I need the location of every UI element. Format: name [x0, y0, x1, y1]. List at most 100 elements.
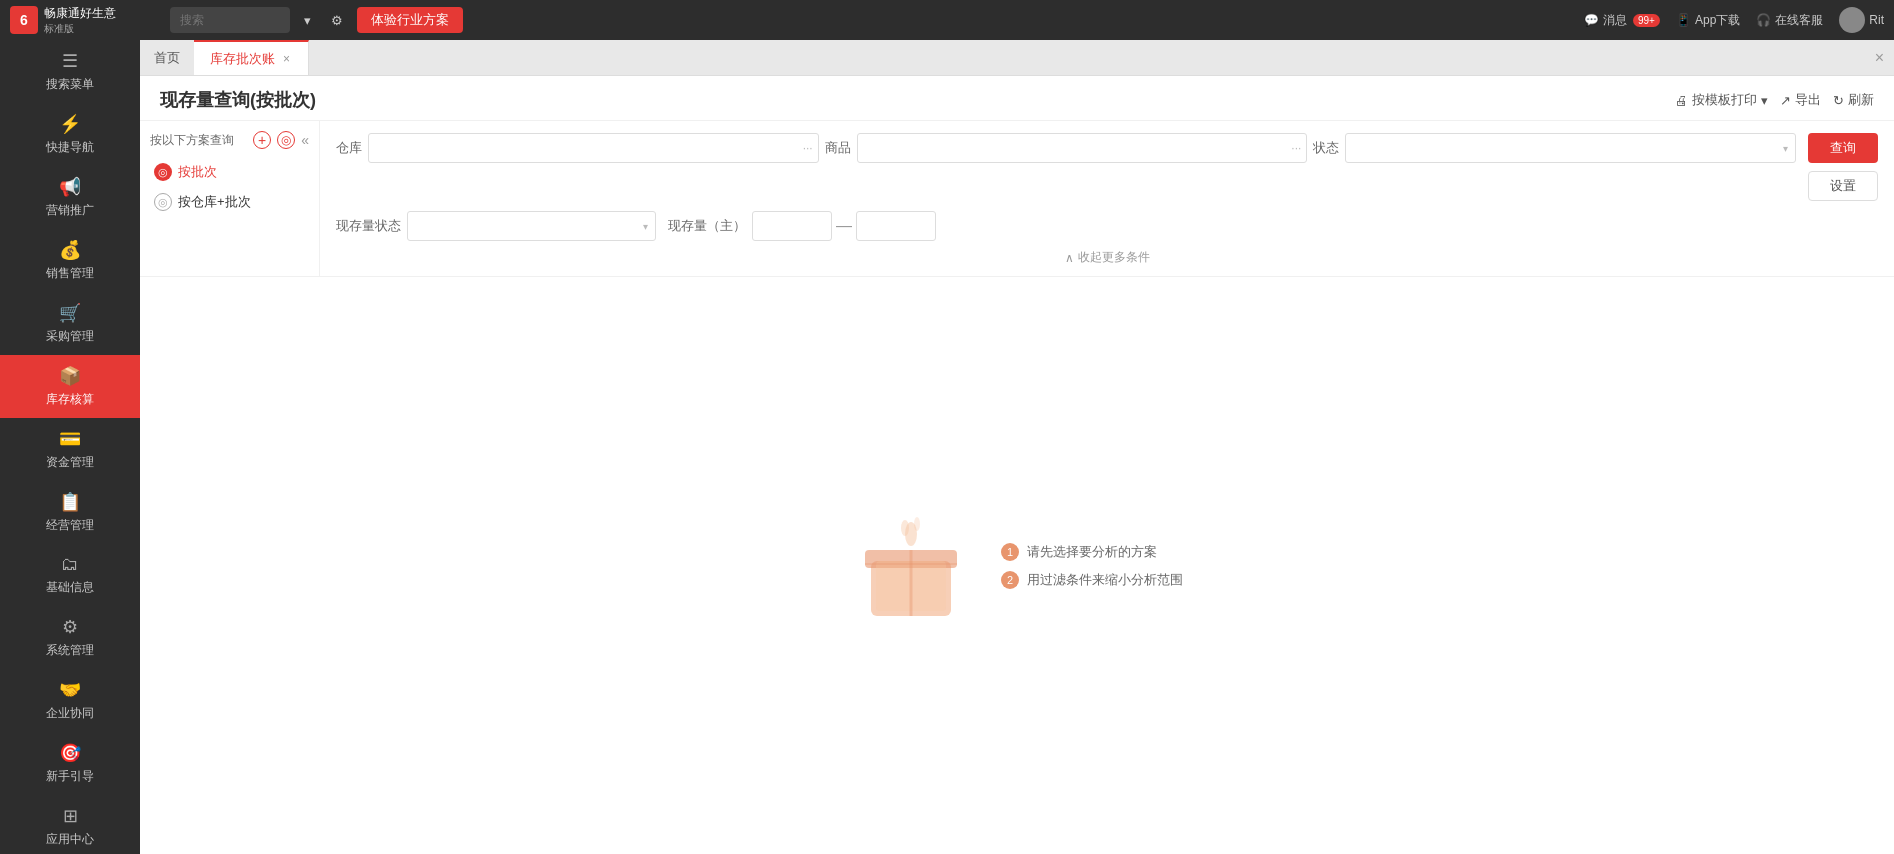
- sidebar-label-guide: 新手引导: [46, 768, 94, 785]
- warehouse-more-icon[interactable]: ···: [803, 141, 813, 155]
- tip-1-number: 1: [1001, 543, 1019, 561]
- sidebar-item-marketing[interactable]: 📢 营销推广: [0, 166, 140, 229]
- sidebar-item-ops[interactable]: 📋 经营管理: [0, 481, 140, 544]
- status-select-wrap: 启用 停用 ▾: [1345, 133, 1796, 163]
- system-icon: ⚙: [62, 616, 78, 638]
- purchase-icon: 🛒: [59, 302, 81, 324]
- messages-badge: 99+: [1633, 14, 1660, 27]
- scheme-item-batch[interactable]: ◎ 按批次: [140, 157, 319, 187]
- tab-inventory-batch[interactable]: 库存批次账 ×: [194, 40, 309, 75]
- scheme-add-btn[interactable]: +: [253, 131, 271, 149]
- scheme-collapse-btn[interactable]: «: [301, 132, 309, 148]
- sidebar-item-sales[interactable]: 💰 销售管理: [0, 229, 140, 292]
- sidebar-item-inventory[interactable]: 📦 库存核算: [0, 355, 140, 418]
- settings-btn[interactable]: ⚙: [325, 11, 349, 30]
- finance-icon: 💳: [59, 428, 81, 450]
- goods-label: 商品: [825, 139, 851, 157]
- sidebar-item-finance[interactable]: 💳 资金管理: [0, 418, 140, 481]
- scheme-item-warehouse-batch[interactable]: ◎ 按仓库+批次: [140, 187, 319, 217]
- empty-tip-2: 2 用过滤条件来缩小分析范围: [1001, 571, 1183, 589]
- experience-btn[interactable]: 体验行业方案: [357, 7, 463, 33]
- sidebar-label-collab: 企业协同: [46, 705, 94, 722]
- app-download-label: App下载: [1695, 12, 1740, 29]
- tab-close-icon[interactable]: ×: [281, 52, 292, 66]
- print-icon: 🖨: [1675, 93, 1688, 108]
- scheme-item-batch-icon: ◎: [154, 163, 172, 181]
- home-label: 首页: [154, 49, 180, 67]
- company-name: 畅康通好生意: [44, 5, 116, 22]
- sidebar-label-finance: 资金管理: [46, 454, 94, 471]
- goods-input[interactable]: [857, 133, 1308, 163]
- qty-label: 现存量（主）: [668, 217, 746, 235]
- empty-tip-1: 1 请先选择要分析的方案: [1001, 543, 1183, 561]
- phone-icon: 📱: [1676, 13, 1691, 27]
- online-service-label: 在线客服: [1775, 12, 1823, 29]
- qty-input-row: —: [752, 211, 936, 241]
- goods-more-icon[interactable]: ···: [1291, 141, 1301, 155]
- quick-nav-icon: ⚡: [59, 113, 81, 135]
- sales-icon: 💰: [59, 239, 81, 261]
- scheme-item-batch-label: 按批次: [178, 163, 217, 181]
- empty-state: 1 请先选择要分析的方案 2 用过滤条件来缩小分析范围: [140, 277, 1894, 854]
- sidebar-label-purchase: 采购管理: [46, 328, 94, 345]
- sidebar-label-ops: 经营管理: [46, 517, 94, 534]
- warehouse-label: 仓库: [336, 139, 362, 157]
- setting-btn[interactable]: 设置: [1808, 171, 1878, 201]
- sidebar-item-guide[interactable]: 🎯 新手引导: [0, 732, 140, 795]
- dropdown-btn[interactable]: ▾: [298, 11, 317, 30]
- qty-min-input[interactable]: [752, 211, 832, 241]
- user-avatar-area[interactable]: Rit: [1839, 7, 1884, 33]
- scheme-header: 按以下方案查询 + ◎ «: [140, 131, 319, 157]
- refresh-label: 刷新: [1848, 91, 1874, 109]
- sidebar-label-basic: 基础信息: [46, 579, 94, 596]
- qty-col: 现存量（主） —: [668, 211, 968, 241]
- qty-max-input[interactable]: [856, 211, 936, 241]
- tab-home[interactable]: 首页: [140, 40, 194, 75]
- sidebar-item-purchase[interactable]: 🛒 采购管理: [0, 292, 140, 355]
- collapse-btn[interactable]: ∧ 收起更多条件: [1065, 249, 1150, 266]
- export-btn[interactable]: ↗ 导出: [1780, 91, 1821, 109]
- inventory-icon: 📦: [59, 365, 81, 387]
- messages-btn[interactable]: 💬 消息 99+: [1584, 12, 1660, 29]
- basic-icon: 🗂: [61, 554, 79, 575]
- scheme-target-btn[interactable]: ◎: [277, 131, 295, 149]
- messages-label: 消息: [1603, 12, 1627, 29]
- tab-bar: 首页 库存批次账 × ×: [140, 40, 1894, 76]
- sidebar-item-basic[interactable]: 🗂 基础信息: [0, 544, 140, 606]
- sidebar-label-sales: 销售管理: [46, 265, 94, 282]
- marketing-icon: 📢: [59, 176, 81, 198]
- status-select[interactable]: 启用 停用: [1345, 133, 1796, 163]
- app-download-btn[interactable]: 📱 App下载: [1676, 12, 1740, 29]
- tip-2-number: 2: [1001, 571, 1019, 589]
- print-btn[interactable]: 🖨 按模板打印 ▾: [1675, 91, 1768, 109]
- collapse-row: ∧ 收起更多条件: [336, 247, 1878, 272]
- scheme-sidebar: 按以下方案查询 + ◎ « ◎ 按批次 ◎: [140, 121, 320, 276]
- sidebar-item-apps[interactable]: ⊞ 应用中心: [0, 795, 140, 854]
- sidebar-label-search: 搜索菜单: [46, 76, 94, 93]
- refresh-btn[interactable]: ↻ 刷新: [1833, 91, 1874, 109]
- main-layout: ☰ 搜索菜单 ⚡ 快捷导航 📢 营销推广 💰 销售管理 🛒 采购管理 📦 库存核…: [0, 40, 1894, 854]
- scheme-item-warehouse-batch-label: 按仓库+批次: [178, 193, 251, 211]
- company-info: 畅康通好生意 标准版: [44, 5, 116, 36]
- collapse-label: 收起更多条件: [1078, 249, 1150, 266]
- sidebar: ☰ 搜索菜单 ⚡ 快捷导航 📢 营销推广 💰 销售管理 🛒 采购管理 📦 库存核…: [0, 40, 140, 854]
- search-input[interactable]: [170, 7, 290, 33]
- inv-status-col: 现存量状态 有库存 无库存 ▾: [336, 211, 656, 241]
- empty-illustration: [851, 506, 971, 626]
- query-btn[interactable]: 查询: [1808, 133, 1878, 163]
- warehouse-input[interactable]: [368, 133, 819, 163]
- user-avatar: [1839, 7, 1865, 33]
- tab-right-close[interactable]: ×: [1865, 40, 1894, 75]
- sidebar-item-collab[interactable]: 🤝 企业协同: [0, 669, 140, 732]
- empty-svg: [851, 506, 971, 626]
- sidebar-item-quick-nav[interactable]: ⚡ 快捷导航: [0, 103, 140, 166]
- qty-dash: —: [836, 217, 852, 235]
- online-service-btn[interactable]: 🎧 在线客服: [1756, 12, 1823, 29]
- inventory-status-select[interactable]: 有库存 无库存: [407, 211, 656, 241]
- filter-section: 按以下方案查询 + ◎ « ◎ 按批次 ◎: [140, 121, 1894, 277]
- sidebar-item-search[interactable]: ☰ 搜索菜单: [0, 40, 140, 103]
- sidebar-item-system[interactable]: ⚙ 系统管理: [0, 606, 140, 669]
- page-title: 现存量查询(按批次): [160, 88, 316, 112]
- header-right: 💬 消息 99+ 📱 App下载 🎧 在线客服 Rit: [1584, 7, 1884, 33]
- tip-2-text: 用过滤条件来缩小分析范围: [1027, 571, 1183, 589]
